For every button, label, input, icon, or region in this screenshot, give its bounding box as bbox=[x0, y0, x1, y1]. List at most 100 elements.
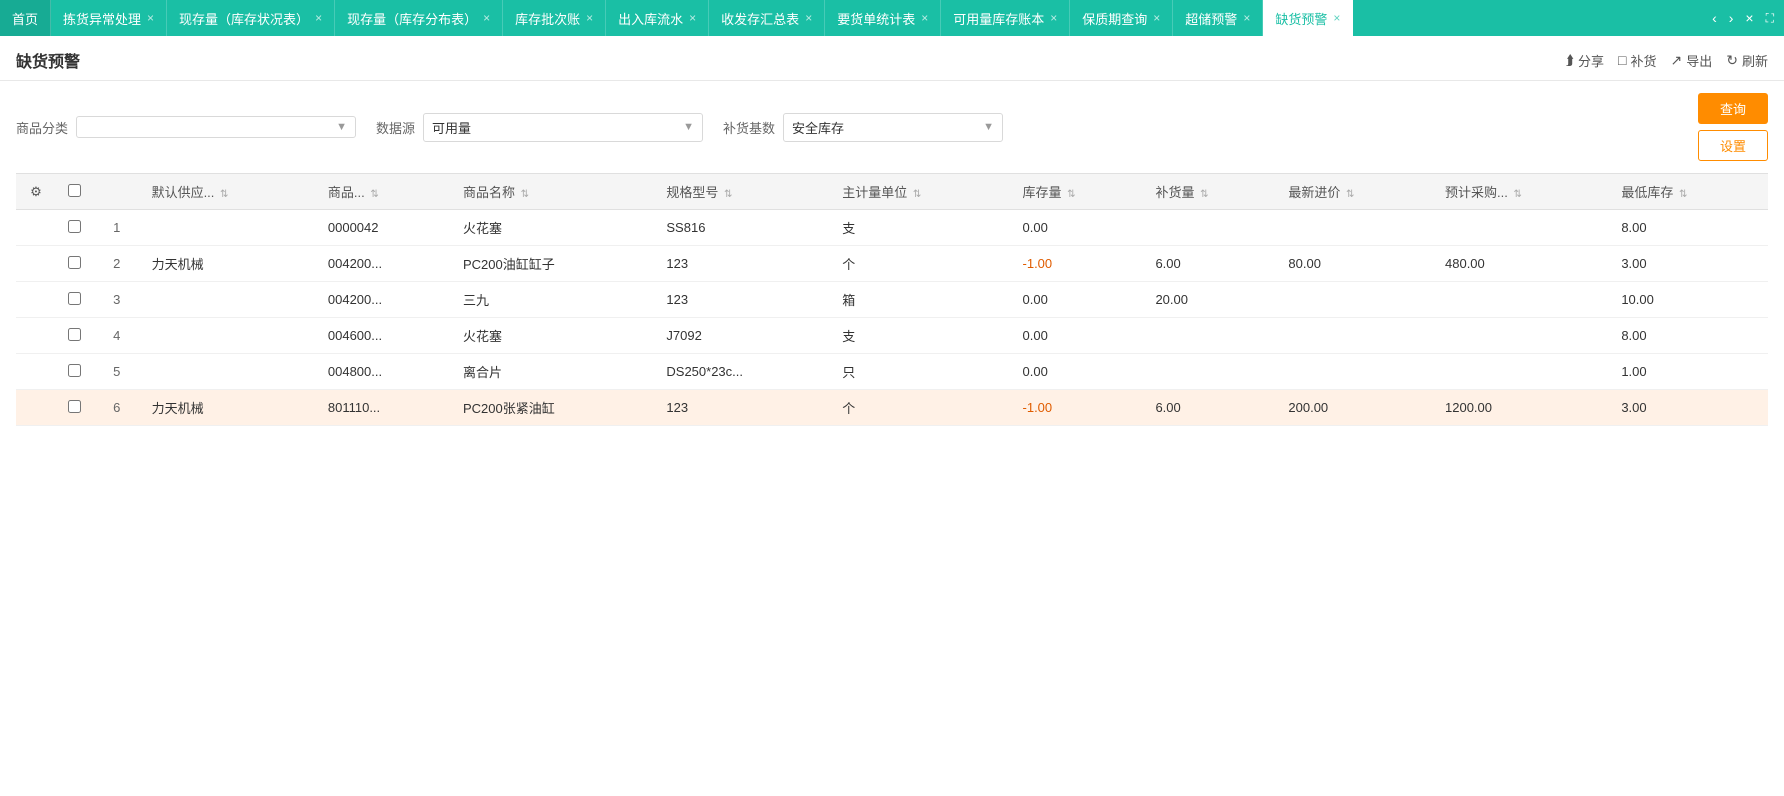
table-row: 1 0000042 火花塞 SS816 支 0.00 8.00 bbox=[16, 210, 1768, 246]
row-unit: 个 bbox=[832, 390, 1012, 426]
export-button[interactable]: ↗ 导出 bbox=[1671, 51, 1713, 70]
close-tab-abnormal[interactable]: × bbox=[147, 11, 154, 25]
tab-summary[interactable]: 收发存汇总表 × bbox=[709, 0, 825, 36]
share-button[interactable]: ⮭ 分享 bbox=[1566, 51, 1604, 70]
tab-fullscreen-btn[interactable]: ⛶ bbox=[1760, 11, 1780, 26]
row-check-cell[interactable] bbox=[56, 210, 92, 246]
close-tab-summary[interactable]: × bbox=[805, 11, 812, 25]
row-unit: 支 bbox=[832, 210, 1012, 246]
th-replenish-qty[interactable]: 补货量 ⇅ bbox=[1145, 174, 1278, 210]
close-tab-overstock[interactable]: × bbox=[1243, 11, 1250, 25]
tab-expiry[interactable]: 保质期查询 × bbox=[1070, 0, 1173, 36]
replenish-button[interactable]: □ 补货 bbox=[1618, 51, 1656, 70]
row-settings-cell bbox=[16, 390, 56, 426]
close-tab-order-stats[interactable]: × bbox=[921, 11, 928, 25]
row-check-cell[interactable] bbox=[56, 390, 92, 426]
row-checkbox[interactable] bbox=[68, 220, 81, 233]
category-select[interactable]: ▼ bbox=[76, 116, 356, 138]
row-replenish-qty bbox=[1145, 318, 1278, 354]
row-number: 3 bbox=[92, 282, 142, 318]
tab-abnormal[interactable]: 拣货异常处理 × bbox=[51, 0, 167, 36]
row-stock: 0.00 bbox=[1013, 354, 1146, 390]
row-checkbox[interactable] bbox=[68, 292, 81, 305]
tab-batch-account[interactable]: 库存批次账 × bbox=[503, 0, 606, 36]
tab-overstock[interactable]: 超储预警 × bbox=[1173, 0, 1263, 36]
th-unit[interactable]: 主计量单位 ⇅ bbox=[832, 174, 1012, 210]
row-replenish-qty bbox=[1145, 210, 1278, 246]
refresh-button[interactable]: ↻ 刷新 bbox=[1726, 51, 1768, 70]
close-tab-expiry[interactable]: × bbox=[1153, 11, 1160, 25]
close-tab-inout-flow[interactable]: × bbox=[689, 11, 696, 25]
row-number: 5 bbox=[92, 354, 142, 390]
tab-shortage[interactable]: 缺货预警 × bbox=[1263, 0, 1353, 36]
row-replenish-qty: 6.00 bbox=[1145, 390, 1278, 426]
latest-price-sort-icon: ⇅ bbox=[1346, 189, 1354, 200]
tab-stock-dist[interactable]: 现存量（库存分布表） × bbox=[335, 0, 503, 36]
tab-inout-flow[interactable]: 出入库流水 × bbox=[606, 0, 709, 36]
th-stock[interactable]: 库存量 ⇅ bbox=[1013, 174, 1146, 210]
row-checkbox[interactable] bbox=[68, 256, 81, 269]
row-check-cell[interactable] bbox=[56, 246, 92, 282]
row-spec: 123 bbox=[656, 246, 832, 282]
row-latest-price: 200.00 bbox=[1278, 390, 1435, 426]
th-spec[interactable]: 规格型号 ⇅ bbox=[656, 174, 832, 210]
table-body: 1 0000042 火花塞 SS816 支 0.00 8.00 2 力天机械 0… bbox=[16, 210, 1768, 426]
row-est-purchase bbox=[1435, 318, 1611, 354]
table-container: ⚙ 默认供应... ⇅ 商品... ⇅ 商品名称 bbox=[0, 173, 1784, 426]
row-product-name: 火花塞 bbox=[453, 210, 656, 246]
close-tab-batch-account[interactable]: × bbox=[586, 11, 593, 25]
query-button[interactable]: 查询 bbox=[1698, 93, 1768, 124]
row-product-name: 离合片 bbox=[453, 354, 656, 390]
close-tab-stock-dist[interactable]: × bbox=[483, 11, 490, 25]
th-min-stock[interactable]: 最低库存 ⇅ bbox=[1611, 174, 1768, 210]
close-tab-stock-status[interactable]: × bbox=[315, 11, 322, 25]
row-est-purchase bbox=[1435, 282, 1611, 318]
th-latest-price[interactable]: 最新进价 ⇅ bbox=[1278, 174, 1435, 210]
row-checkbox[interactable] bbox=[68, 328, 81, 341]
datasource-select[interactable]: 可用量 ▼ bbox=[423, 113, 703, 142]
tab-next-btn[interactable]: › bbox=[1723, 10, 1740, 26]
table-row: 2 力天机械 004200... PC200油缸缸子 123 个 -1.00 6… bbox=[16, 246, 1768, 282]
supplier-sort-icon: ⇅ bbox=[220, 189, 228, 200]
row-product-code: 004600... bbox=[318, 318, 453, 354]
th-supplier[interactable]: 默认供应... ⇅ bbox=[142, 174, 318, 210]
row-replenish-qty bbox=[1145, 354, 1278, 390]
row-check-cell[interactable] bbox=[56, 318, 92, 354]
row-est-purchase bbox=[1435, 354, 1611, 390]
replenish-base-select[interactable]: 安全库存 ▼ bbox=[783, 113, 1003, 142]
row-min-stock: 1.00 bbox=[1611, 354, 1768, 390]
tab-home[interactable]: 首页 bbox=[0, 0, 51, 36]
replenish-base-filter-group: 补货基数 安全库存 ▼ bbox=[723, 113, 1003, 142]
table-row: 4 004600... 火花塞 J7092 支 0.00 8.00 bbox=[16, 318, 1768, 354]
table-row: 3 004200... 三九 123 箱 0.00 20.00 10.00 bbox=[16, 282, 1768, 318]
row-est-purchase: 1200.00 bbox=[1435, 390, 1611, 426]
tab-order-stats[interactable]: 要货单统计表 × bbox=[825, 0, 941, 36]
row-spec: DS250*23c... bbox=[656, 354, 832, 390]
tab-stock-status[interactable]: 现存量（库存状况表） × bbox=[167, 0, 335, 36]
row-latest-price bbox=[1278, 318, 1435, 354]
th-settings[interactable]: ⚙ bbox=[16, 174, 56, 210]
row-spec: 123 bbox=[656, 390, 832, 426]
tab-prev-btn[interactable]: ‹ bbox=[1706, 10, 1723, 26]
row-settings-cell bbox=[16, 246, 56, 282]
th-est-purchase[interactable]: 预计采购... ⇅ bbox=[1435, 174, 1611, 210]
close-tab-shortage[interactable]: × bbox=[1333, 11, 1340, 25]
th-product-code[interactable]: 商品... ⇅ bbox=[318, 174, 453, 210]
row-min-stock: 3.00 bbox=[1611, 390, 1768, 426]
row-settings-cell bbox=[16, 210, 56, 246]
tab-close-all-btn[interactable]: × bbox=[1739, 10, 1759, 26]
row-number: 2 bbox=[92, 246, 142, 282]
select-all-checkbox[interactable] bbox=[68, 184, 81, 197]
row-check-cell[interactable] bbox=[56, 354, 92, 390]
th-product-name[interactable]: 商品名称 ⇅ bbox=[453, 174, 656, 210]
row-check-cell[interactable] bbox=[56, 282, 92, 318]
row-est-purchase bbox=[1435, 210, 1611, 246]
row-checkbox[interactable] bbox=[68, 400, 81, 413]
settings-button[interactable]: 设置 bbox=[1698, 130, 1768, 161]
close-tab-avail-stock[interactable]: × bbox=[1050, 11, 1057, 25]
tab-avail-stock[interactable]: 可用量库存账本 × bbox=[941, 0, 1070, 36]
th-row-num bbox=[92, 174, 142, 210]
filter-bar: 商品分类 ▼ 数据源 可用量 ▼ 补货基数 安全库存 ▼ 查询 设置 bbox=[0, 81, 1784, 173]
th-check[interactable] bbox=[56, 174, 92, 210]
row-checkbox[interactable] bbox=[68, 364, 81, 377]
